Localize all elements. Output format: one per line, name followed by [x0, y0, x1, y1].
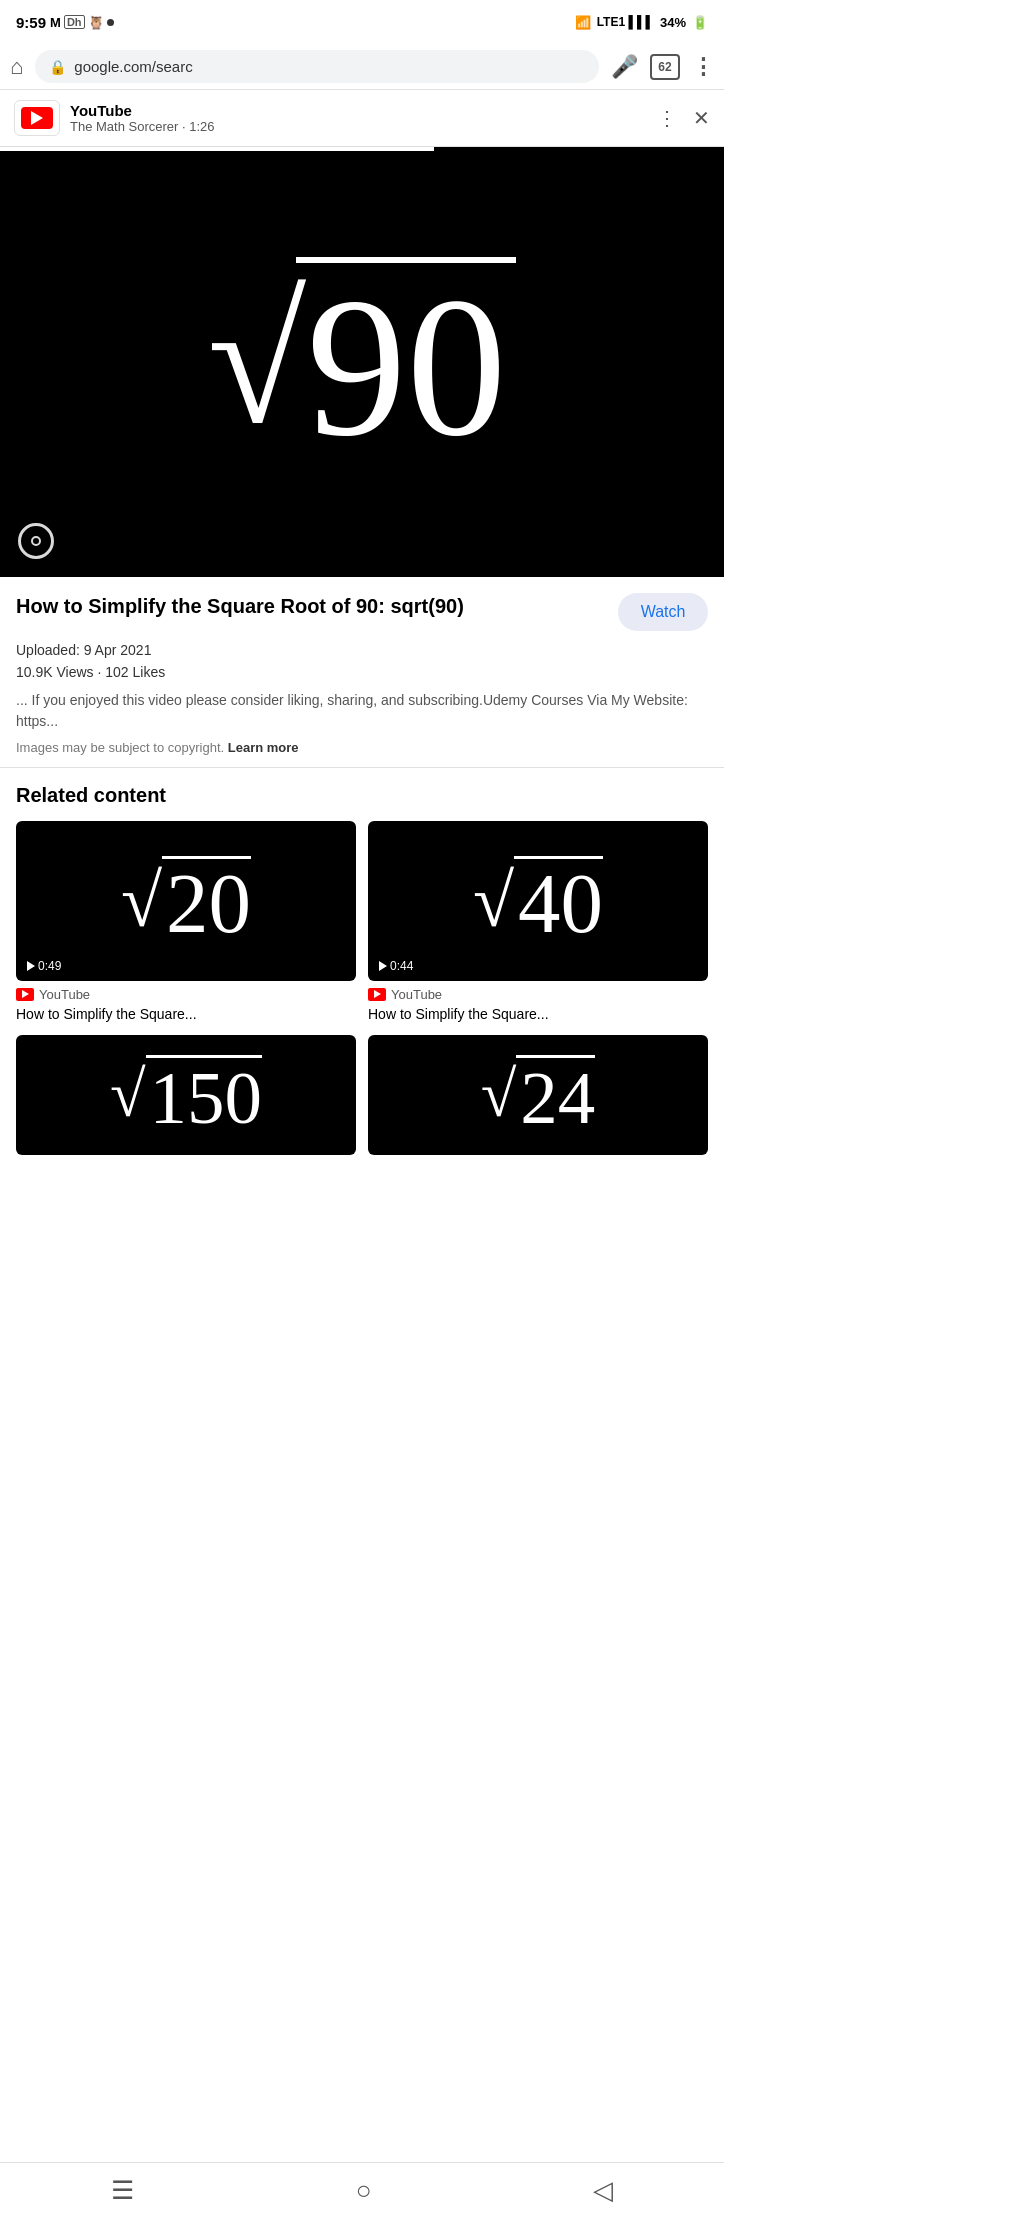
battery-icon: 🔋	[692, 15, 708, 30]
related-source-1: YouTube	[368, 987, 708, 1002]
related-math-2: √ 150	[110, 1055, 262, 1135]
play-icon-0	[27, 961, 35, 971]
video-description: ... If you enjoyed this video please con…	[16, 690, 708, 732]
yt-info: YouTube The Math Sorcerer · 1:26	[70, 102, 647, 134]
related-item-title-0: How to Simplify the Square...	[16, 1005, 356, 1023]
video-info-section: How to Simplify the Square Root of 90: s…	[0, 577, 724, 768]
yt-notification-subtitle: The Math Sorcerer · 1:26	[70, 119, 647, 134]
browser-home-icon[interactable]: ⌂	[10, 54, 23, 80]
yt-logo	[14, 100, 60, 136]
yt-play-icon	[31, 111, 43, 125]
play-icon-1	[379, 961, 387, 971]
yt-logo-inner	[21, 107, 53, 129]
duration-badge-1: 0:44	[374, 957, 418, 975]
video-title-row: How to Simplify the Square Root of 90: s…	[16, 593, 708, 631]
more-menu-icon[interactable]: ⋮	[692, 54, 714, 80]
lock-icon: 🔒	[49, 59, 66, 75]
yt-close-icon[interactable]: ✕	[693, 106, 710, 130]
main-video-thumbnail[interactable]: √ 90	[0, 147, 724, 577]
battery-display: 34%	[660, 15, 686, 30]
related-source-0: YouTube	[16, 987, 356, 1002]
related-item-0[interactable]: √ 20 0:49 YouTube How to Simplify the Sq…	[16, 821, 356, 1023]
duration-badge-0: 0:49	[22, 957, 66, 975]
related-item-1[interactable]: √ 40 0:44 YouTube How to Simplify the Sq…	[368, 821, 708, 1023]
related-section-title: Related content	[16, 784, 708, 807]
status-bar: 9:59 M Dh 🦉 📶 LTE1 ▌▌▌ 34% 🔋	[0, 0, 724, 44]
mic-icon[interactable]: 🎤	[611, 54, 638, 80]
related-thumbnail-3: √ 24	[368, 1035, 708, 1155]
upload-date: Uploaded: 9 Apr 2021	[16, 642, 151, 658]
bottom-nav: ☰ ○ ◁	[0, 2162, 724, 2218]
wifi-icon: 📶	[575, 15, 591, 30]
related-math-3: √ 24	[481, 1055, 596, 1135]
video-progress-bar	[0, 147, 724, 151]
carrier-icons: M Dh 🦉	[50, 15, 114, 30]
related-section: Related content √ 20 0:49 YouTube How	[0, 768, 724, 1161]
yt-notification-bar: YouTube The Math Sorcerer · 1:26 ⋮ ✕	[0, 90, 724, 147]
related-thumbnail-1: √ 40 0:44	[368, 821, 708, 981]
bottom-spacer	[0, 1161, 724, 1231]
nav-menu-button[interactable]: ☰	[91, 2167, 154, 2214]
yt-logo-sm-1	[368, 988, 386, 1001]
video-meta-uploaded: Uploaded: 9 Apr 2021 10.9K Views · 102 L…	[16, 639, 708, 684]
sqrt-number: 90	[296, 257, 516, 467]
time-display: 9:59	[16, 14, 46, 31]
address-bar[interactable]: 🔒 google.com/searc	[35, 50, 599, 83]
like-count: 102 Likes	[105, 664, 165, 680]
view-count: 10.9K Views	[16, 664, 94, 680]
related-item-3[interactable]: √ 24	[368, 1035, 708, 1161]
yt-logo-sm-0	[16, 988, 34, 1001]
yt-notification-actions: ⋮ ✕	[657, 106, 710, 130]
lens-search-icon[interactable]	[18, 523, 54, 559]
related-math-1: √ 40	[473, 856, 603, 946]
copyright-notice: Images may be subject to copyright. Lear…	[16, 740, 708, 755]
yt-notification-title: YouTube	[70, 102, 647, 119]
related-thumbnail-2: √ 150	[16, 1035, 356, 1155]
status-right-icons: 📶 LTE1 ▌▌▌ 34% 🔋	[575, 15, 708, 30]
related-grid: √ 20 0:49 YouTube How to Simplify the Sq…	[16, 821, 708, 1161]
sqrt-symbol: √	[208, 272, 307, 452]
learn-more-link[interactable]: Learn more	[228, 740, 299, 755]
video-title: How to Simplify the Square Root of 90: s…	[16, 593, 606, 619]
status-time: 9:59 M Dh 🦉	[16, 14, 114, 31]
related-item-title-1: How to Simplify the Square...	[368, 1005, 708, 1023]
watch-button[interactable]: Watch	[618, 593, 708, 631]
related-item-2[interactable]: √ 150	[16, 1035, 356, 1161]
tab-count-badge[interactable]: 62	[650, 54, 680, 80]
nav-back-button[interactable]: ◁	[573, 2167, 633, 2214]
related-thumbnail-0: √ 20 0:49	[16, 821, 356, 981]
browser-bar: ⌂ 🔒 google.com/searc 🎤 62 ⋮	[0, 44, 724, 90]
signal-icon: LTE1 ▌▌▌	[597, 15, 654, 29]
related-math-0: √ 20	[121, 856, 251, 946]
main-video-math: √ 90	[208, 257, 517, 467]
yt-options-icon[interactable]: ⋮	[657, 106, 677, 130]
address-text: google.com/searc	[74, 58, 192, 75]
nav-home-button[interactable]: ○	[336, 2167, 392, 2214]
